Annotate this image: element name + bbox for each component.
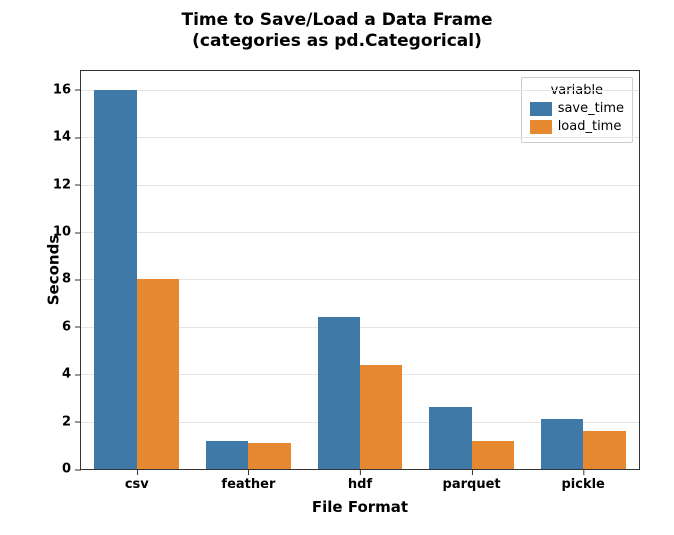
legend-label-save: save_time [558,100,624,118]
legend-item-load: load_time [530,118,624,136]
y-tick-label: 2 [62,414,81,429]
bar-load [472,441,514,469]
y-tick-label: 4 [62,367,81,382]
legend: variable save_time load_time [521,77,633,143]
gridline [81,185,639,186]
y-tick-label: 6 [62,319,81,334]
bar-load [137,279,179,469]
bar-save [94,90,136,469]
gridline [81,232,639,233]
x-tick-label: csv [125,469,149,492]
bar-load [360,365,402,469]
x-tick-label: parquet [443,469,501,492]
y-axis-label: Seconds [44,235,62,306]
legend-item-save: save_time [530,100,624,118]
legend-label-load: load_time [558,118,622,136]
x-axis-label: File Format [80,498,640,516]
bar-save [318,317,360,469]
bar-load [583,431,625,469]
bar-load [248,443,290,469]
x-tick-label: feather [221,469,275,492]
y-tick-label: 12 [53,177,81,192]
y-tick-label: 10 [53,225,81,240]
y-tick-label: 0 [62,462,81,477]
chart-figure: Time to Save/Load a Data Frame (categori… [0,0,674,535]
x-tick-label: pickle [561,469,604,492]
y-tick-label: 14 [53,130,81,145]
gridline [81,90,639,91]
bar-save [206,441,248,469]
plot-area: variable save_time load_time 02468101214… [80,70,640,470]
legend-swatch-load [530,120,552,134]
gridline [81,137,639,138]
bar-save [429,407,471,469]
legend-swatch-save [530,102,552,116]
y-tick-label: 8 [62,272,81,287]
bar-save [541,419,583,469]
chart-title: Time to Save/Load a Data Frame (categori… [0,10,674,53]
x-tick-label: hdf [348,469,372,492]
y-tick-label: 16 [53,82,81,97]
